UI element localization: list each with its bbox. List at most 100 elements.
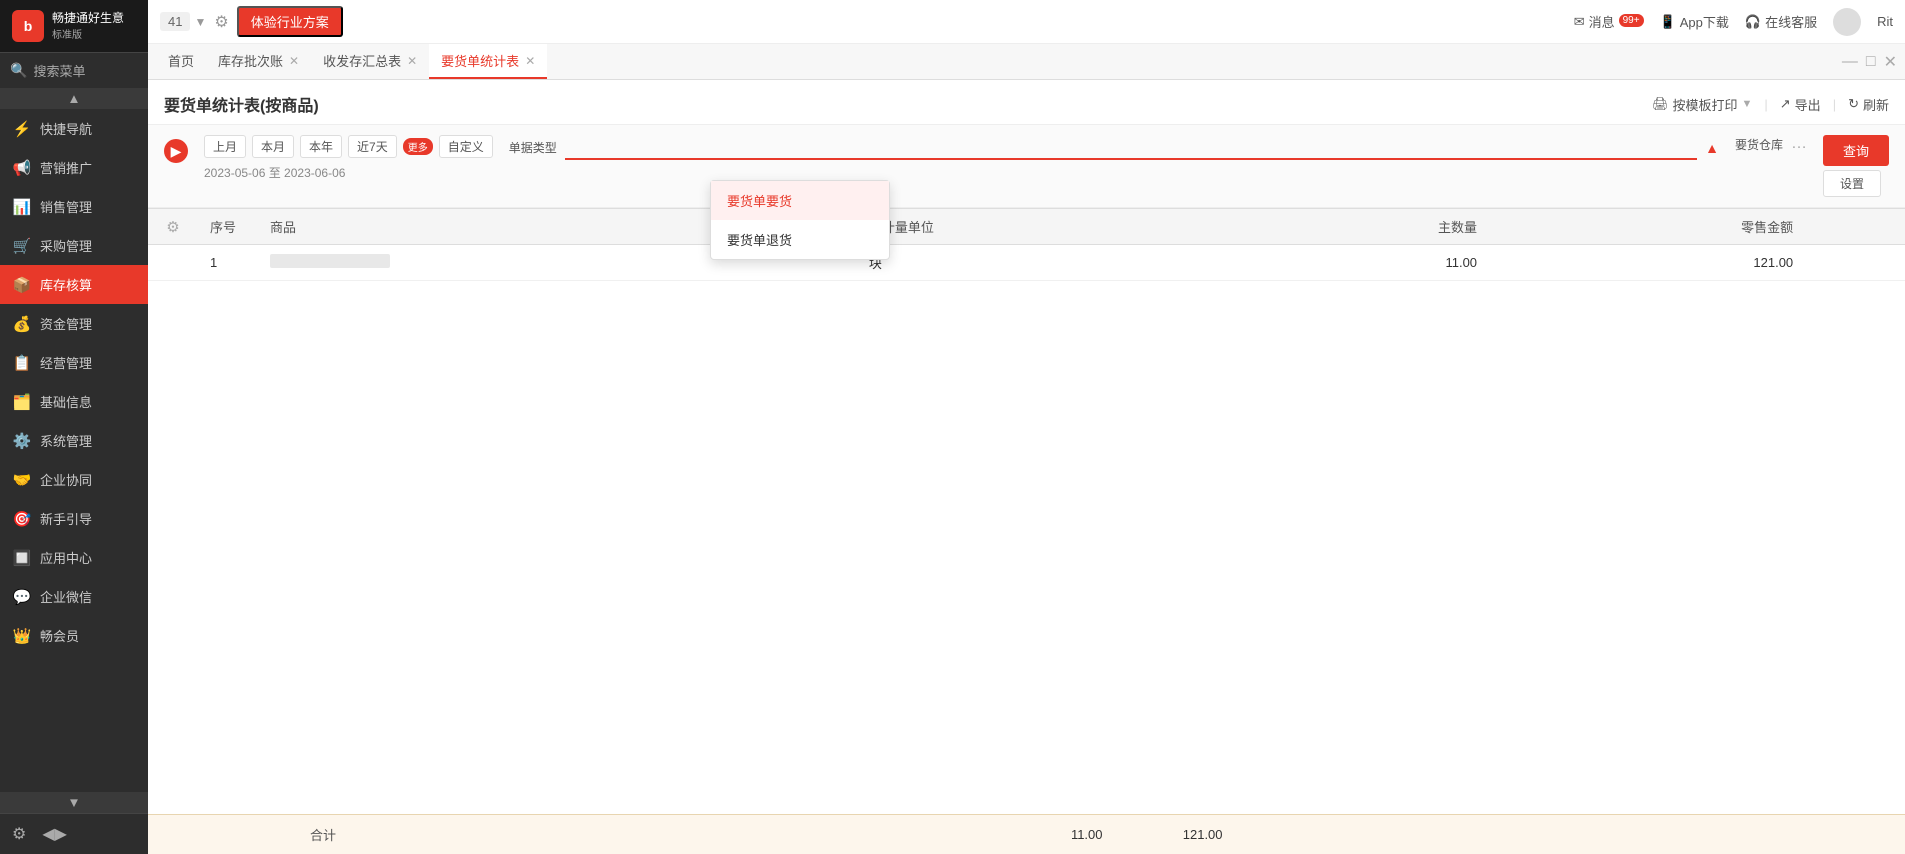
sidebar-item-label: 营销推广 [40, 158, 92, 177]
online-service-action[interactable]: 🎧 在线客服 [1745, 12, 1817, 31]
filter-type-input[interactable] [565, 135, 1697, 160]
search-icon: 🔍 [10, 62, 27, 79]
filter-type-group: 单据类型 ▲ [509, 135, 1719, 160]
window-maximize-icon[interactable]: □ [1866, 53, 1876, 71]
sidebar-item-operation[interactable]: 📋 经营管理 [0, 343, 148, 382]
store-chevron-icon[interactable]: ▼ [194, 15, 206, 29]
print-template-btn[interactable]: 🖨 按模板打印 ▼ [1652, 95, 1752, 114]
dropdown-item-order-return-label: 要货单退货 [727, 233, 792, 248]
sidebar-search[interactable]: 🔍 搜索菜单 [0, 53, 148, 88]
cell-amount: 121.00 [1489, 245, 1805, 281]
sidebar-item-basic[interactable]: 🗂️ 基础信息 [0, 382, 148, 421]
dropdown-item-order-goods[interactable]: 要货单要货 [711, 181, 889, 220]
app-logo: b 畅捷通好生意 标准版 [0, 0, 148, 53]
page-title: 要货单统计表(按商品) [164, 92, 319, 116]
tab-receivable-summary-label: 收发存汇总表 [323, 51, 401, 70]
member-icon: 👑 [12, 627, 32, 645]
sidebar-item-guide[interactable]: 🎯 新手引导 [0, 499, 148, 538]
sidebar-item-quick-nav[interactable]: ⚡ 快捷导航 [0, 109, 148, 148]
filter-expand-btn[interactable]: ▶ [164, 139, 188, 163]
settings-icon[interactable]: ⚙ [12, 824, 26, 844]
column-settings-icon[interactable]: ⚙ [166, 219, 179, 236]
operation-icon: 📋 [12, 354, 32, 372]
filter-warehouse-group: 要货仓库 … [1735, 135, 1807, 153]
topbar-gear-icon[interactable]: ⚙ [214, 12, 228, 32]
footer-label: 合计 [310, 825, 336, 844]
filter-warehouse-more-icon[interactable]: … [1791, 135, 1807, 153]
sidebar-nav: ⚡ 快捷导航 📢 营销推广 📊 销售管理 🛒 采购管理 📦 库存核算 💰 资金管… [0, 109, 148, 792]
app-name: 畅捷通好生意 [52, 11, 124, 27]
filter-this-year-btn[interactable]: 本年 [300, 135, 342, 158]
app-download-action[interactable]: 📱 App下载 [1660, 12, 1729, 31]
filter-type-dropdown-arrow[interactable]: ▲ [1705, 140, 1719, 156]
window-minimize-icon[interactable]: — [1842, 53, 1858, 71]
appstore-icon: 🔲 [12, 549, 32, 567]
th-settings: ⚙ [148, 209, 198, 245]
tab-receivable-summary[interactable]: 收发存汇总表 ✕ [311, 44, 429, 79]
filter-bar: ▶ 上月 本月 本年 近7天 更多 自定义 2023-05-06 至 2023-… [148, 125, 1905, 208]
dropdown-item-order-goods-label: 要货单要货 [727, 194, 792, 209]
tab-home-label: 首页 [168, 51, 194, 70]
filter-recent7-btn[interactable]: 近7天 [348, 135, 397, 158]
window-controls: — □ ✕ [1842, 44, 1897, 79]
sidebar-item-member[interactable]: 👑 畅会员 [0, 616, 148, 655]
messages-action[interactable]: ✉ 消息 99+ [1574, 12, 1644, 31]
filter-prev-month-btn[interactable]: 上月 [204, 135, 246, 158]
filter-more-badge[interactable]: 更多 [403, 138, 433, 155]
system-icon: ⚙️ [12, 432, 32, 450]
user-avatar[interactable] [1833, 8, 1861, 36]
sidebar-item-system[interactable]: ⚙️ 系统管理 [0, 421, 148, 460]
export-btn[interactable]: ↗ 导出 [1780, 95, 1821, 114]
sidebar-item-label: 应用中心 [40, 548, 92, 567]
messages-label: 消息 [1589, 12, 1615, 31]
export-label: 导出 [1795, 95, 1821, 114]
store-selector[interactable]: 41 ▼ [160, 12, 206, 31]
refresh-btn[interactable]: ↻ 刷新 [1848, 95, 1889, 114]
filter-this-month-btn[interactable]: 本月 [252, 135, 294, 158]
print-template-label: 按模板打印 [1672, 95, 1737, 114]
filter-custom-btn[interactable]: 自定义 [439, 135, 493, 158]
dropdown-item-order-return[interactable]: 要货单退货 [711, 220, 889, 259]
tab-order-stats-close[interactable]: ✕ [525, 54, 535, 68]
store-num: 41 [160, 12, 190, 31]
query-button[interactable]: 查询 [1823, 135, 1889, 166]
quick-nav-icon: ⚡ [12, 120, 32, 138]
collapse-icon[interactable]: ◀▶ [42, 824, 67, 844]
refresh-label: 刷新 [1863, 95, 1889, 114]
tab-inventory-batch-close[interactable]: ✕ [289, 54, 299, 68]
sidebar-item-purchase[interactable]: 🛒 采购管理 [0, 226, 148, 265]
sidebar-item-label: 基础信息 [40, 392, 92, 411]
table-row: 1 块 11.00 121.00 [148, 245, 1905, 281]
window-close-icon[interactable]: ✕ [1884, 52, 1897, 72]
sidebar-scroll-down-btn[interactable]: ▼ [0, 792, 148, 813]
tab-receivable-summary-close[interactable]: ✕ [407, 54, 417, 68]
sidebar-bottom: ⚙ ◀▶ [0, 813, 148, 854]
sidebar-item-sales[interactable]: 📊 销售管理 [0, 187, 148, 226]
filter-type-label: 单据类型 [509, 139, 557, 156]
tab-inventory-batch[interactable]: 库存批次账 ✕ [206, 44, 311, 79]
messages-badge: 99+ [1619, 14, 1644, 27]
sidebar-item-label: 企业微信 [40, 587, 92, 606]
th-quantity: 主数量 [1227, 209, 1489, 245]
sidebar-item-enterprise[interactable]: 🤝 企业协同 [0, 460, 148, 499]
marketing-icon: 📢 [12, 159, 32, 177]
sidebar-item-label: 经营管理 [40, 353, 92, 372]
tab-home[interactable]: 首页 [156, 44, 206, 79]
cell-quantity: 11.00 [1227, 245, 1489, 281]
sidebar-item-finance[interactable]: 💰 资金管理 [0, 304, 148, 343]
promo-button[interactable]: 体验行业方案 [237, 6, 343, 37]
settings-button[interactable]: 设置 [1823, 170, 1881, 197]
sidebar-item-marketing[interactable]: 📢 营销推广 [0, 148, 148, 187]
table-container: ⚙ 序号 商品 主计量单位 主数量 零售金额 1 [148, 208, 1905, 281]
sidebar-item-label: 系统管理 [40, 431, 92, 450]
wechat-icon: 💬 [12, 588, 32, 606]
sidebar-scroll-up-btn[interactable]: ▲ [0, 88, 148, 109]
sidebar-item-wechat[interactable]: 💬 企业微信 [0, 577, 148, 616]
tab-order-stats[interactable]: 要货单统计表 ✕ [429, 44, 547, 79]
tabs-bar: 首页 库存批次账 ✕ 收发存汇总表 ✕ 要货单统计表 ✕ — □ ✕ [148, 44, 1905, 80]
sidebar-item-appstore[interactable]: 🔲 应用中心 [0, 538, 148, 577]
th-seq: 序号 [198, 209, 258, 245]
page-actions: 🖨 按模板打印 ▼ | ↗ 导出 | ↻ 刷新 [1652, 95, 1889, 114]
sidebar-item-inventory[interactable]: 📦 库存核算 [0, 265, 148, 304]
main-area: 41 ▼ ⚙ 体验行业方案 ✉ 消息 99+ 📱 App下载 🎧 在线客服 Ri… [148, 0, 1905, 854]
